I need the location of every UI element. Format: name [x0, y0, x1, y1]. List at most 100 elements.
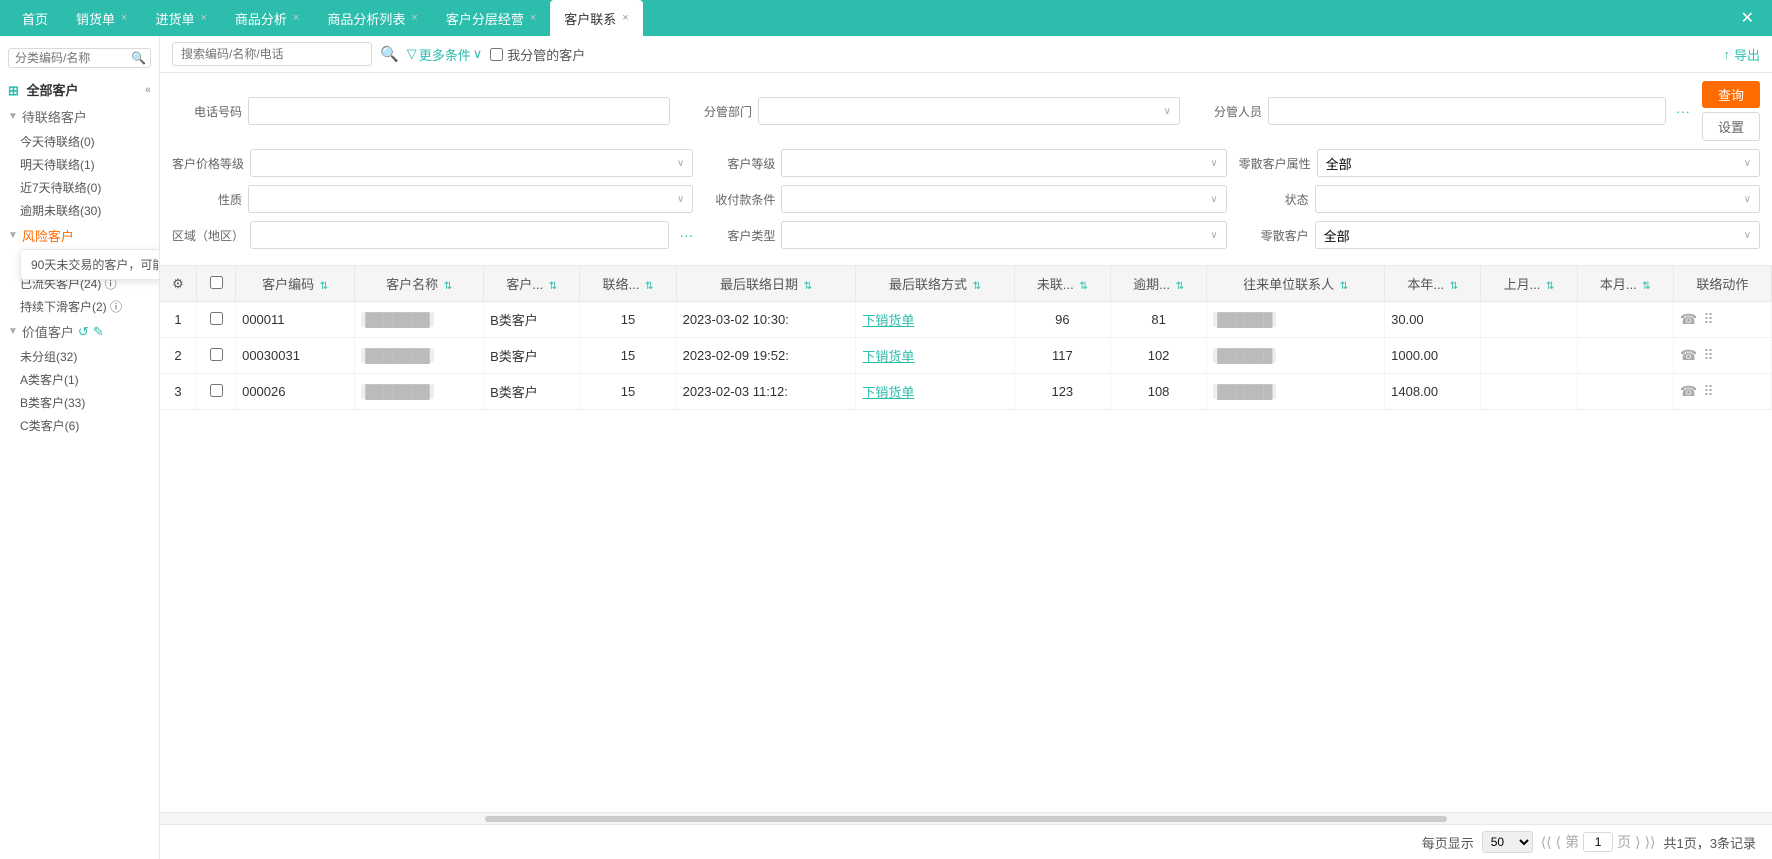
tab-product-analysis[interactable]: 商品分析 × [221, 0, 313, 36]
tab-close-product[interactable]: × [293, 12, 299, 24]
more-actions-icon-2[interactable]: ⠿ [1703, 383, 1713, 400]
row-year-2: 1408.00 [1385, 374, 1481, 410]
tab-purchase-order[interactable]: 进货单 × [141, 0, 220, 36]
sidebar-item-tomorrow[interactable]: 明天待联络(1) [0, 153, 159, 176]
person-input[interactable] [1268, 97, 1666, 125]
col-contact-person-header[interactable]: 往来单位联系人 ⇅ [1207, 266, 1385, 302]
col-no-contact-header[interactable]: 未联... ⇅ [1014, 266, 1110, 302]
phone-input[interactable] [248, 97, 670, 125]
close-window-icon[interactable]: ✕ [1731, 8, 1764, 28]
col-type-header[interactable]: 客户... ⇅ [484, 266, 580, 302]
page-input[interactable] [1583, 832, 1613, 852]
call-icon-2[interactable]: ☎ [1680, 383, 1697, 400]
next-page-icon[interactable]: ⟩ [1635, 834, 1640, 851]
horizontal-scrollbar[interactable] [160, 812, 1772, 824]
export-button[interactable]: ↑ 导出 [1723, 45, 1760, 64]
row-method-0[interactable]: 下销货单 [856, 302, 1014, 338]
dept-select[interactable]: ∨ [758, 97, 1180, 125]
row-person-0: ██████ [1207, 302, 1385, 338]
filter-more-button[interactable]: ▽ 更多条件 ∨ [407, 45, 483, 64]
tab-sales-order[interactable]: 销货单 × [62, 0, 141, 36]
tab-customer-contact[interactable]: 客户联系 × [550, 0, 642, 36]
col-this-year-header[interactable]: 本年... ⇅ [1385, 266, 1481, 302]
tab-close-sales[interactable]: × [121, 12, 127, 24]
tab-home[interactable]: 首页 [8, 9, 62, 28]
row-checkbox-2[interactable] [196, 374, 235, 410]
tab-product-analysis-list[interactable]: 商品分析列表 × [313, 0, 431, 36]
filter-dept: 分管部门 ∨ [682, 97, 1180, 125]
row-this-month-1 [1577, 338, 1673, 374]
customer-type-select[interactable]: ∨ [781, 221, 1226, 249]
sidebar-item-overdue-contact[interactable]: 逾期未联络(30) [0, 199, 159, 222]
customer-type-arrow-icon: ∨ [1210, 230, 1217, 241]
sidebar-section-risk[interactable]: ▼ 风险客户 [0, 222, 159, 249]
col-last-month-header[interactable]: 上月... ⇅ [1481, 266, 1577, 302]
row-checkbox-0[interactable] [196, 302, 235, 338]
call-icon-0[interactable]: ☎ [1680, 311, 1697, 328]
prev-page-icon[interactable]: ⟨ [1556, 834, 1561, 851]
zero-sales-attr-select[interactable]: 全部 ∨ [1317, 149, 1760, 177]
col-checkbox-header[interactable] [196, 266, 235, 302]
filter-search-button[interactable]: 🔍 [380, 45, 399, 63]
region-dots-icon[interactable]: ··· [679, 227, 693, 243]
sidebar-item-today[interactable]: 今天待联络(0) [0, 130, 159, 153]
sidebar-item-b-class[interactable]: B类客户(33) [0, 391, 159, 414]
row-method-2[interactable]: 下销货单 [856, 374, 1014, 410]
content-area: 🔍 ▽ 更多条件 ∨ 我分管的客户 ↑ 导出 电话号码 [160, 36, 1772, 859]
nature-select[interactable]: ∨ [248, 185, 693, 213]
sidebar-section-value[interactable]: ▼ 价值客户 ↺ ✎ [0, 318, 159, 345]
main-layout: 🔍 ⊞ 全部客户 « ▼ 待联络客户 今天待联络(0) 明天待联络(1) 近7天… [0, 36, 1772, 859]
tab-close-customer-contact[interactable]: × [622, 12, 628, 24]
filter-nature: 性质 ∨ [172, 185, 693, 213]
my-customers-checkbox[interactable]: 我分管的客户 [490, 45, 585, 64]
sidebar-item-ungrouped[interactable]: 未分组(32) [0, 345, 159, 368]
zero-customer-select[interactable]: 全部 ∨ [1315, 221, 1760, 249]
col-overdue-header[interactable]: 逾期... ⇅ [1110, 266, 1206, 302]
payment-select[interactable]: ∨ [781, 185, 1226, 213]
price-level-arrow-icon: ∨ [677, 158, 684, 169]
customer-level-select[interactable]: ∨ [781, 149, 1226, 177]
more-actions-icon-1[interactable]: ⠿ [1703, 347, 1713, 364]
settings-button[interactable]: 设置 [1702, 112, 1760, 141]
sidebar-all-customers[interactable]: ⊞ 全部客户 « [0, 76, 159, 103]
more-actions-icon-0[interactable]: ⠿ [1703, 311, 1713, 328]
tab-close-customer-layer[interactable]: × [530, 12, 536, 24]
col-last-method-header[interactable]: 最后联络方式 ⇅ [856, 266, 1014, 302]
sidebar-item-a-class[interactable]: A类客户(1) [0, 368, 159, 391]
refresh-icon[interactable]: ↺ [78, 324, 89, 340]
my-customers-check[interactable] [490, 48, 503, 61]
row-checkbox-1[interactable] [196, 338, 235, 374]
edit-icon[interactable]: ✎ [93, 324, 104, 340]
filter-search-input[interactable] [172, 42, 372, 66]
region-input[interactable] [250, 221, 669, 249]
collapse-icon[interactable]: « [145, 84, 151, 96]
status-select[interactable]: ∨ [1315, 185, 1760, 213]
row-contacts-0: 15 [580, 302, 676, 338]
sidebar-item-7days[interactable]: 近7天待联络(0) [0, 176, 159, 199]
per-page-select[interactable]: 50 100 200 [1482, 831, 1533, 853]
col-settings[interactable]: ⚙ [160, 266, 196, 302]
row-type-0: B类客户 [484, 302, 580, 338]
sidebar-section-pending[interactable]: ▼ 待联络客户 [0, 103, 159, 130]
tab-close-purchase[interactable]: × [200, 12, 206, 24]
col-name-header[interactable]: 客户名称 ⇅ [355, 266, 484, 302]
tab-close-product-list[interactable]: × [411, 12, 417, 24]
price-level-select[interactable]: ∨ [250, 149, 693, 177]
tab-customer-layer[interactable]: 客户分层经营 × [432, 0, 550, 36]
last-page-icon[interactable]: ⟩⟩ [1645, 834, 1656, 851]
col-this-month-header[interactable]: 本月... ⇅ [1577, 266, 1673, 302]
col-last-date-header[interactable]: 最后联络日期 ⇅ [676, 266, 856, 302]
query-button[interactable]: 查询 [1702, 81, 1760, 108]
col-contacts-header[interactable]: 联络... ⇅ [580, 266, 676, 302]
sort-icon-contacts: ⇅ [645, 281, 653, 292]
row-name-2: ███████ [355, 374, 484, 410]
first-page-icon[interactable]: ⟨⟨ [1541, 834, 1552, 851]
person-dots-icon[interactable]: ··· [1676, 103, 1690, 119]
sidebar-search-input[interactable] [8, 48, 151, 68]
row-method-1[interactable]: 下销货单 [856, 338, 1014, 374]
call-icon-1[interactable]: ☎ [1680, 347, 1697, 364]
sidebar-item-declining[interactable]: 持续下滑客户(2) ⓘ [0, 295, 159, 318]
select-all-checkbox[interactable] [210, 276, 223, 289]
sidebar-item-c-class[interactable]: C类客户(6) [0, 414, 159, 437]
col-code-header[interactable]: 客户编码 ⇅ [236, 266, 355, 302]
